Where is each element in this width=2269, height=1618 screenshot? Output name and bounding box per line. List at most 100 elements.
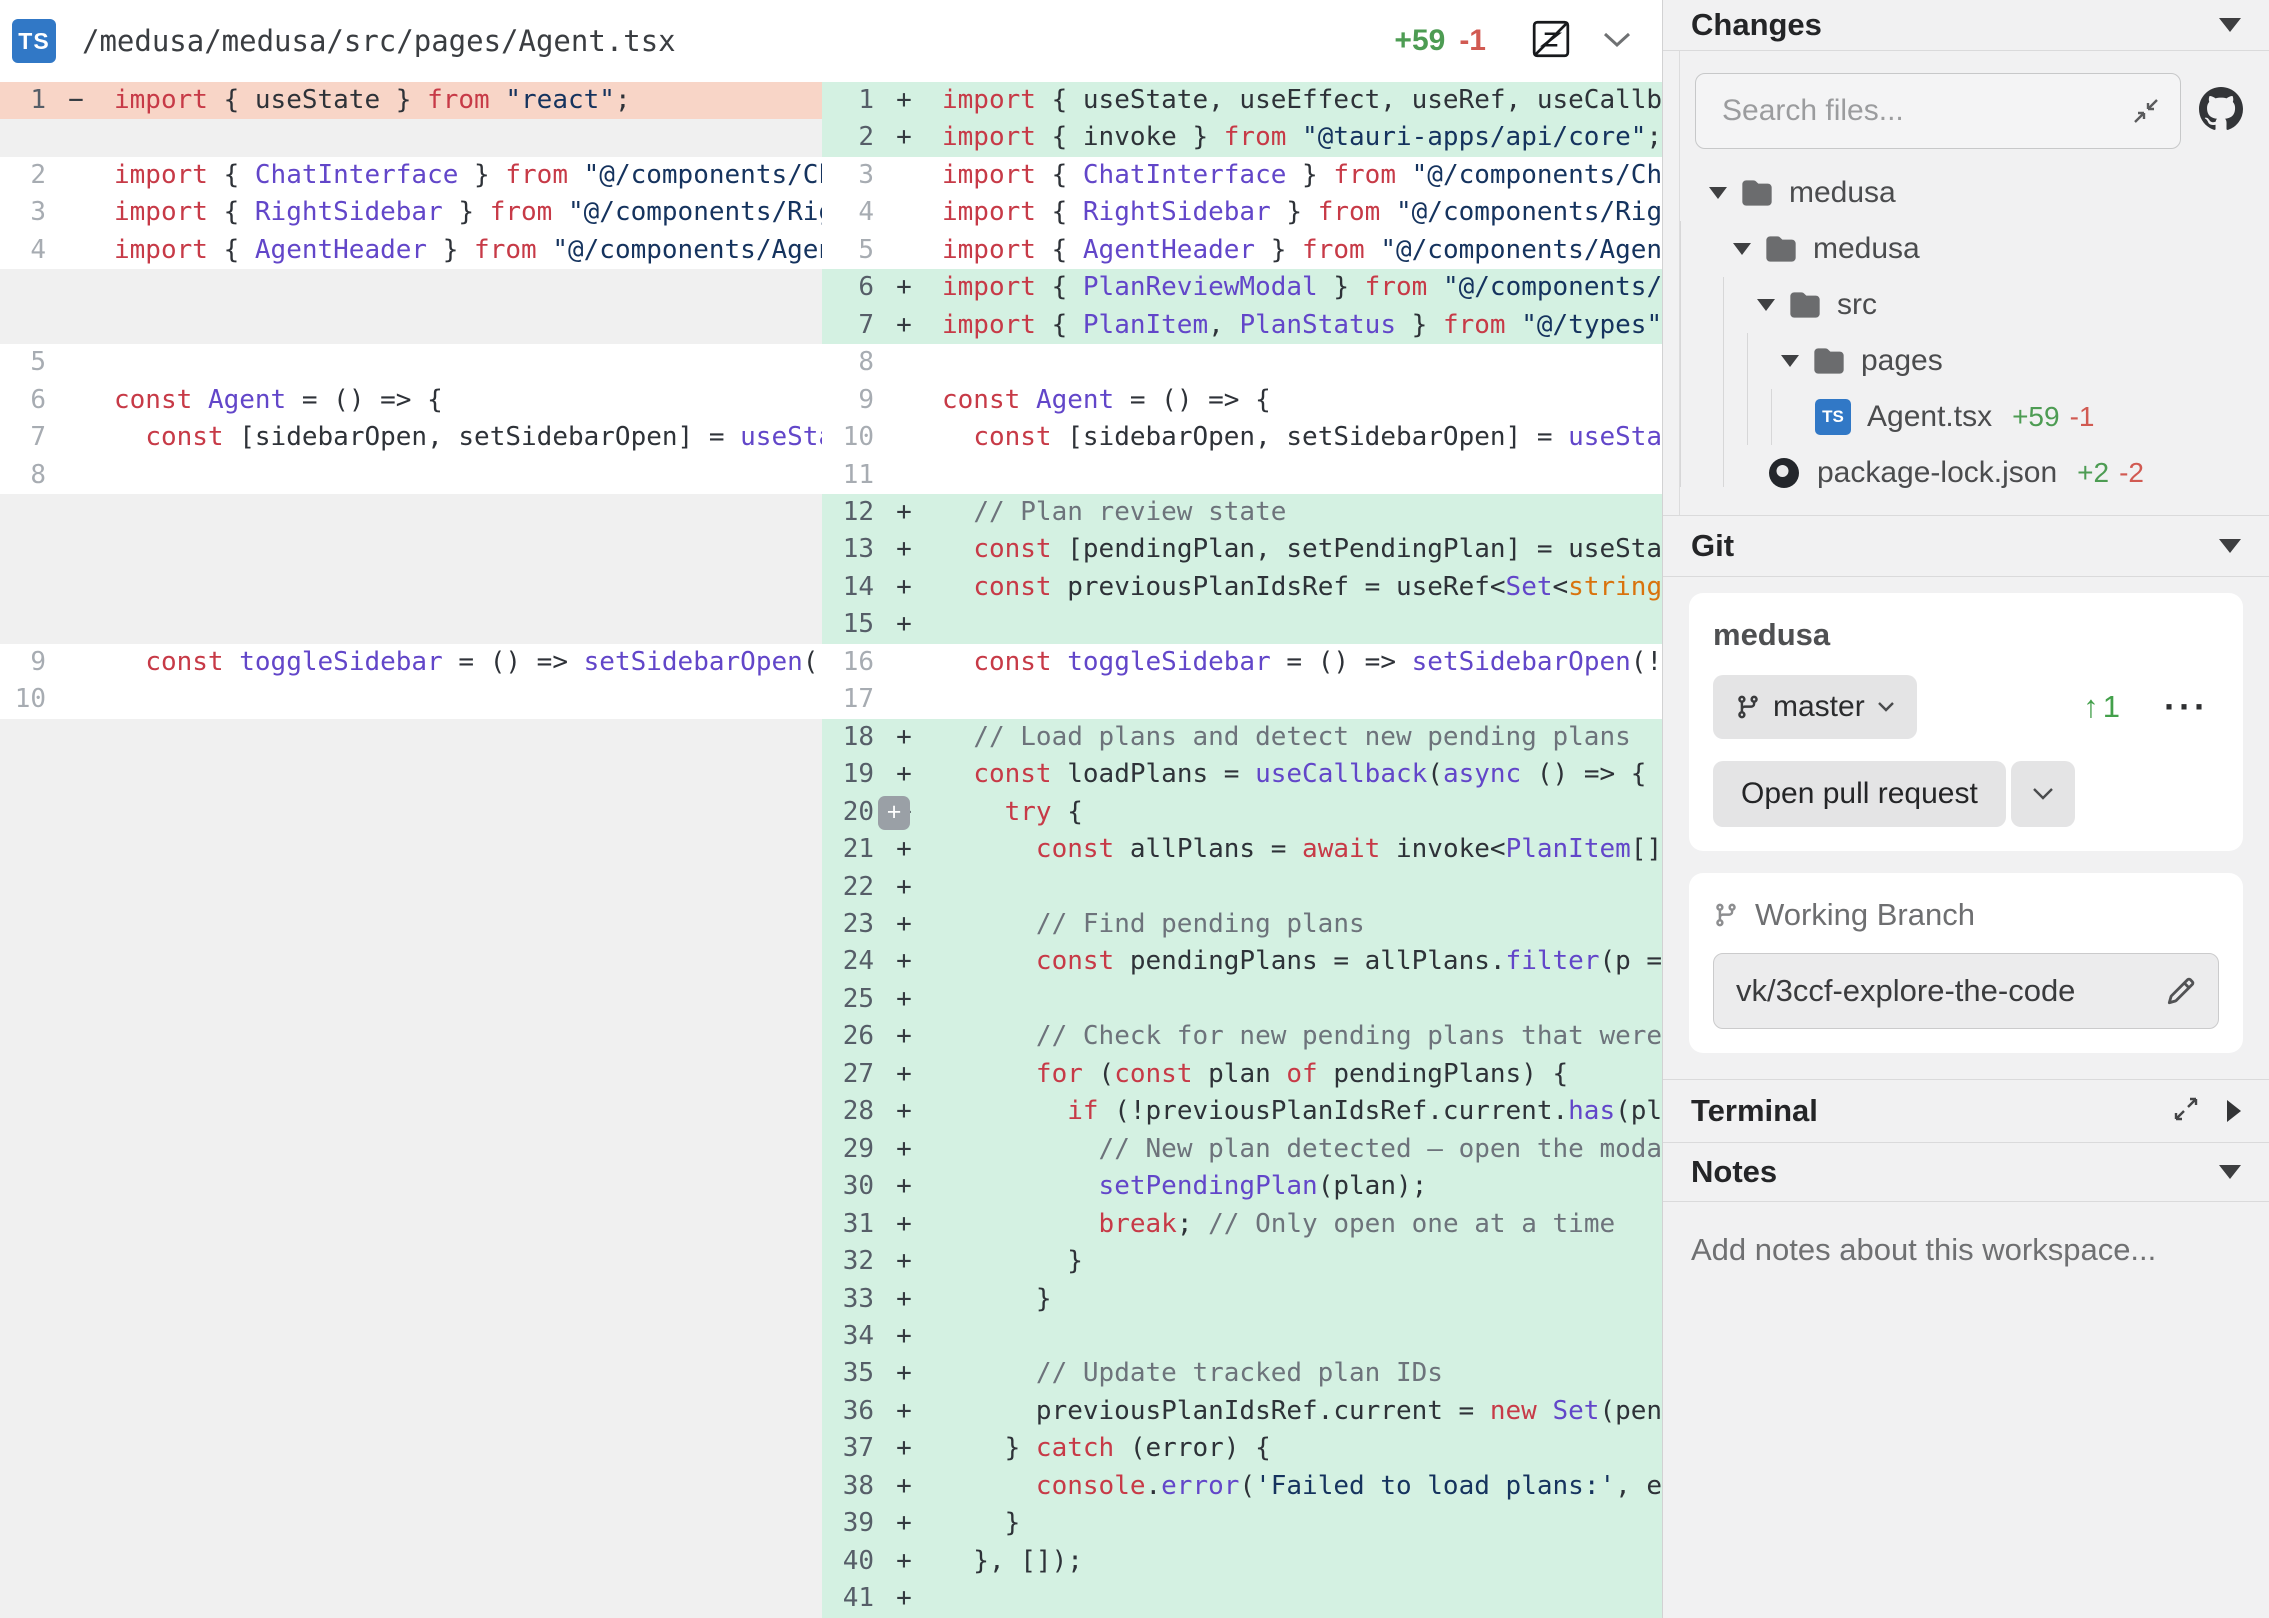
package-lock-icon	[1767, 456, 1801, 490]
diff-row: 10	[0, 681, 822, 718]
code-line: console.error('Failed to load plans:', e…	[928, 1468, 1662, 1505]
diff-marker: +	[880, 981, 928, 1018]
collapse-changes-icon[interactable]	[2219, 18, 2241, 32]
terminal-section-header[interactable]: Terminal	[1663, 1080, 2269, 1142]
diff-row: 11	[822, 457, 1662, 494]
tree-file-agent-tsx[interactable]: TS Agent.tsx +59 -1	[1663, 389, 2269, 445]
add-comment-button[interactable]: +	[878, 796, 910, 830]
line-number: 6	[822, 269, 880, 306]
right-sidebar: Changes	[1662, 0, 2269, 1618]
tree-file-package-lock[interactable]: package-lock.json +2 -2	[1663, 445, 2269, 501]
diff-spacer	[0, 269, 822, 344]
file-additions: +59	[2012, 401, 2060, 433]
diff-row: 25+	[822, 981, 1662, 1018]
line-number: 4	[0, 232, 52, 269]
code-line: // Plan review state	[928, 494, 1286, 531]
changes-section-header[interactable]: Changes	[1663, 0, 2269, 50]
diff-row: 38+ console.error('Failed to load plans:…	[822, 1468, 1662, 1505]
code-line: import { PlanItem, PlanStatus } from "@/…	[928, 307, 1662, 344]
typescript-file-icon: TS	[1815, 399, 1851, 435]
changes-panel: medusa medusa src	[1663, 51, 2269, 515]
line-number: 24	[822, 943, 880, 980]
search-files-input[interactable]	[1695, 73, 2181, 149]
working-branch-value: vk/3ccf-explore-the-code	[1736, 973, 2075, 1009]
expand-terminal-icon[interactable]	[2171, 1094, 2201, 1129]
code-line: const allPlans = await invoke<PlanItem[]…	[928, 831, 1662, 868]
line-number: 10	[822, 419, 880, 456]
diff-row: 3import { ChatInterface } from "@/compon…	[822, 157, 1662, 194]
github-icon[interactable]	[2199, 87, 2243, 136]
tree-folder-medusa[interactable]: medusa	[1663, 165, 2269, 221]
expand-section-icon[interactable]	[2227, 1100, 2241, 1122]
diff-row: 36+ previousPlanIdsRef.current = new Set…	[822, 1393, 1662, 1430]
overflow-menu-icon[interactable]: ···	[2164, 686, 2209, 728]
code-line: import { useState, useEffect, useRef, us…	[928, 82, 1662, 119]
folder-icon	[1813, 347, 1845, 375]
line-number: 6	[0, 382, 52, 419]
notes-section-header[interactable]: Notes	[1663, 1143, 2269, 1201]
diff-row: 19+ const loadPlans = useCallback(async …	[822, 756, 1662, 793]
code-line: import { ChatInterface } from "@/compone…	[928, 157, 1662, 194]
line-number: 2	[822, 119, 880, 156]
line-number: 23	[822, 906, 880, 943]
line-number: 5	[822, 232, 880, 269]
tree-folder-pages[interactable]: pages	[1663, 333, 2269, 389]
diff-row: 7+import { PlanItem, PlanStatus } from "…	[822, 307, 1662, 344]
diff-row: 1−import { useState } from "react";	[0, 82, 822, 119]
diff-marker: +	[880, 1355, 928, 1392]
code-line: // Load plans and detect new pending pla…	[928, 719, 1631, 756]
diff-row: 26+ // Check for new pending plans that …	[822, 1018, 1662, 1055]
diff-row: 22+	[822, 869, 1662, 906]
open-pull-request-button[interactable]: Open pull request	[1713, 761, 2006, 827]
line-number: 15	[822, 606, 880, 643]
code-line: import { AgentHeader } from "@/component…	[100, 232, 822, 269]
code-line: if (!previousPlanIdsRef.current.has(plan…	[928, 1093, 1662, 1130]
notes-input-area[interactable]: Add notes about this workspace...	[1663, 1202, 2269, 1618]
ahead-indicator: ↑1	[2083, 689, 2120, 725]
file-additions: +2	[2077, 457, 2109, 489]
zed-logo-icon[interactable]	[1530, 18, 1572, 65]
diff-row: 23+ // Find pending plans	[822, 906, 1662, 943]
diff-marker: +	[880, 906, 928, 943]
code-line: const [pendingPlan, setPendingPlan] = us…	[928, 531, 1662, 568]
diff-row: 32+ }	[822, 1243, 1662, 1280]
diff-marker: +	[880, 1281, 928, 1318]
working-branch-card: Working Branch vk/3ccf-explore-the-code	[1689, 873, 2243, 1053]
collapse-git-icon[interactable]	[2219, 539, 2241, 553]
diff-row: 5	[0, 344, 822, 381]
line-number: 5	[0, 344, 52, 381]
code-line: const previousPlanIdsRef = useRef<Set<st…	[928, 569, 1662, 606]
tree-folder-medusa-inner[interactable]: medusa	[1663, 221, 2269, 277]
code-line: const [sidebarOpen, setSidebarOpen] = us…	[100, 419, 822, 456]
diff-row: 7 const [sidebarOpen, setSidebarOpen] = …	[0, 419, 822, 456]
edit-branch-icon[interactable]	[2166, 976, 2196, 1006]
line-number: 4	[822, 194, 880, 231]
file-deletions: -2	[2119, 457, 2144, 489]
repo-name: medusa	[1713, 617, 2219, 653]
branch-selector[interactable]: master	[1713, 675, 1917, 739]
chevron-down-icon[interactable]	[1602, 30, 1632, 53]
line-number: 1	[822, 82, 880, 119]
tree-folder-src[interactable]: src	[1663, 277, 2269, 333]
git-section-header[interactable]: Git	[1663, 516, 2269, 576]
diff-marker: +	[880, 1243, 928, 1280]
diff-marker: +	[880, 119, 928, 156]
code-line: import { useState } from "react";	[100, 82, 631, 119]
chevron-down-icon	[1877, 701, 1895, 713]
code-line: import { RightSidebar } from "@/componen…	[928, 194, 1662, 231]
git-panel: medusa master ↑1 ···	[1663, 577, 2269, 1079]
pull-request-dropdown[interactable]	[2011, 761, 2075, 827]
collapse-notes-icon[interactable]	[2219, 1165, 2241, 1179]
working-branch-field[interactable]: vk/3ccf-explore-the-code	[1713, 953, 2219, 1029]
code-line: setPendingPlan(plan);	[928, 1168, 1427, 1205]
branch-name: master	[1773, 690, 1865, 724]
line-number: 34	[822, 1318, 880, 1355]
diff-row: 33+ }	[822, 1281, 1662, 1318]
collapse-tree-icon[interactable]	[2131, 96, 2161, 131]
diff-marker: +	[880, 1393, 928, 1430]
line-number: 26	[822, 1018, 880, 1055]
diff-row: 13+ const [pendingPlan, setPendingPlan] …	[822, 531, 1662, 568]
diff-row: 4 import { AgentHeader } from "@/componen…	[0, 232, 822, 269]
chevron-expanded-icon	[1757, 299, 1775, 311]
diff-marker: +	[880, 1543, 928, 1580]
